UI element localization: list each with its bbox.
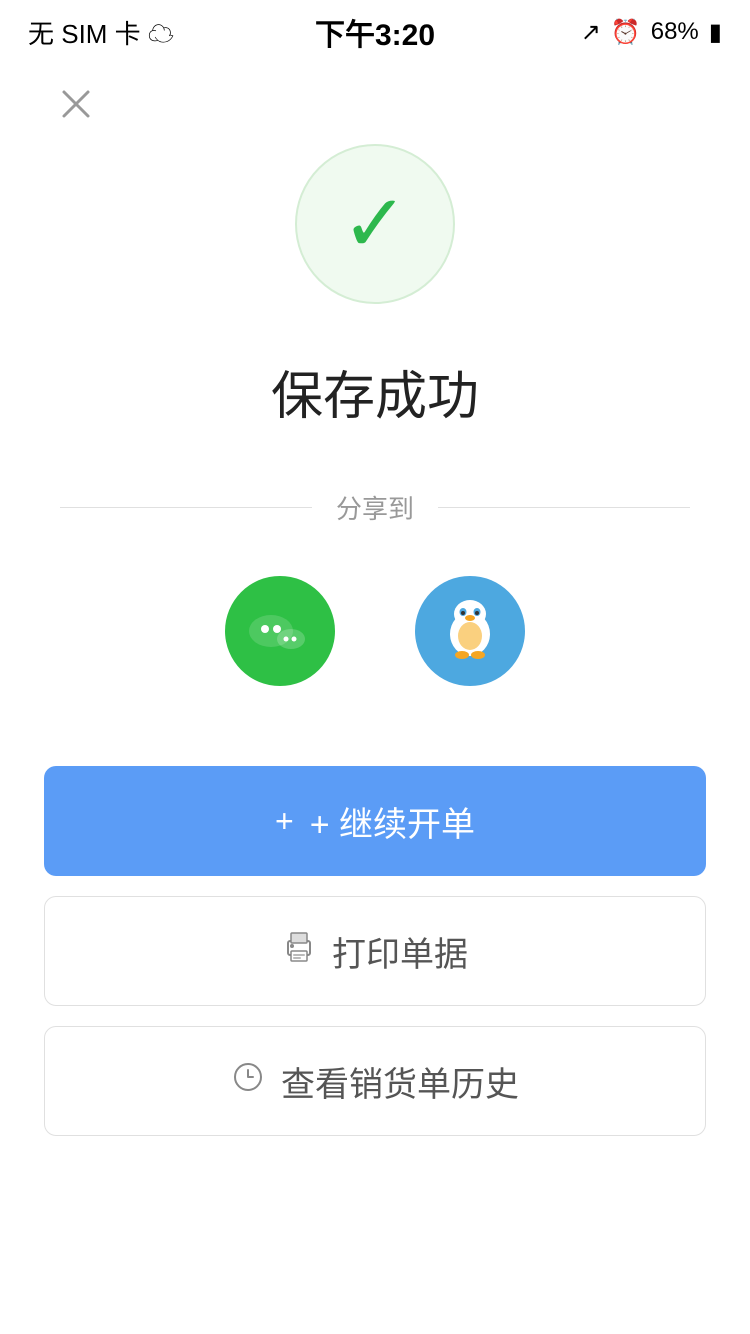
action-buttons: + + 继续开单 打印单据 [0,766,750,1136]
continue-order-label: + 继续开单 [310,797,475,846]
close-button[interactable] [48,76,104,132]
share-qq-button[interactable] [415,576,525,686]
location-icon: ↗ [581,18,601,47]
sim-label: 无 SIM 卡 ☁ [28,14,174,51]
checkmark-icon: ✓ [341,184,408,264]
alarm-icon: ⏰ [611,18,641,47]
battery-label: 68% [651,18,699,46]
main-content: ✓ 保存成功 分享到 [0,64,750,1136]
history-label: 查看销货单历史 [281,1057,519,1106]
status-right: ↗ ⏰ 68% ▮ [581,18,722,47]
qq-icon [440,596,500,666]
status-left: 无 SIM 卡 ☁ [28,14,174,51]
continue-order-button[interactable]: + + 继续开单 [44,766,706,876]
success-title: 保存成功 [271,354,479,429]
wechat-icon [247,603,313,659]
plus-icon: + [275,803,294,840]
history-icon [231,1060,265,1102]
print-label: 打印单据 [332,927,468,976]
share-divider: 分享到 [0,489,750,526]
view-history-button[interactable]: 查看销货单历史 [44,1026,706,1136]
battery-icon: ▮ [709,18,722,47]
share-wechat-button[interactable] [225,576,335,686]
status-time: 下午3:20 [315,10,435,54]
share-label: 分享到 [312,489,438,526]
share-icons [225,576,525,686]
divider-line-right [438,507,690,508]
print-receipt-button[interactable]: 打印单据 [44,896,706,1006]
printer-icon [282,931,316,971]
success-circle: ✓ [295,144,455,304]
divider-line-left [60,507,312,508]
close-icon [58,86,94,122]
status-bar: 无 SIM 卡 ☁ 下午3:20 ↗ ⏰ 68% ▮ [0,0,750,64]
